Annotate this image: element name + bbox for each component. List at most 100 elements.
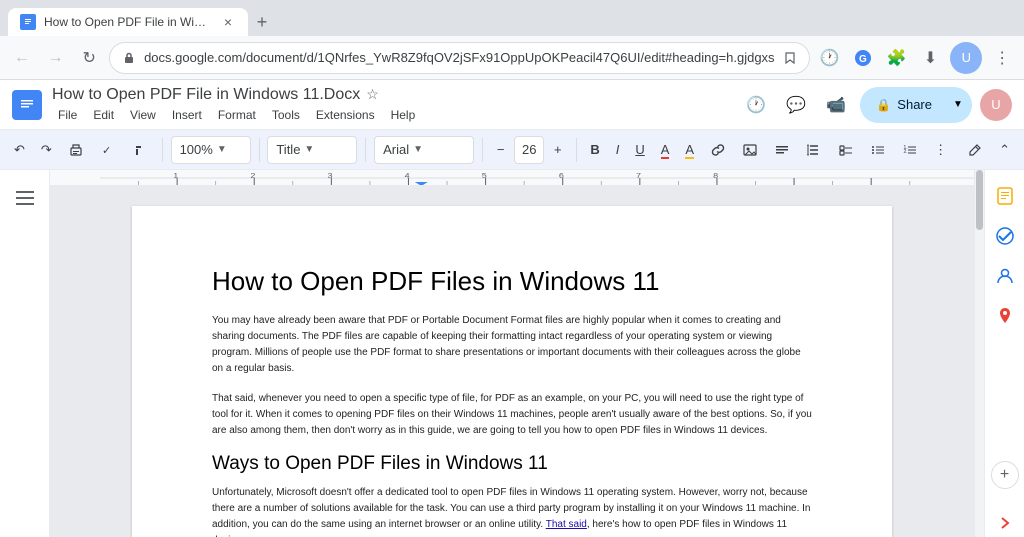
comments-icon[interactable]: 💬 (780, 89, 812, 121)
italic-button[interactable]: I (610, 136, 626, 164)
add-apps-button[interactable]: + (991, 461, 1019, 489)
insert-image-button[interactable] (736, 136, 764, 164)
svg-text:G: G (859, 54, 867, 65)
share-button[interactable]: 🔒 Share (860, 87, 944, 123)
separator5 (576, 138, 577, 162)
scrollbar-thumb[interactable] (976, 170, 983, 230)
font-dropdown[interactable]: Arial ▼ (374, 136, 474, 164)
print-button[interactable] (62, 136, 90, 164)
separator (162, 138, 163, 162)
doc-link[interactable]: That said (546, 519, 587, 530)
share-dropdown-arrow[interactable]: ▼ (944, 87, 972, 123)
extensions-icon[interactable]: 🧩 (883, 42, 911, 74)
browser-chrome: How to Open PDF File in Wind... × + (0, 0, 1024, 36)
line-spacing-button[interactable] (800, 136, 828, 164)
meet-icon[interactable]: 📹 (820, 89, 852, 121)
font-value: Arial (383, 142, 409, 157)
active-tab[interactable]: How to Open PDF File in Wind... × (8, 8, 248, 36)
style-dropdown[interactable]: Title ▼ (267, 136, 357, 164)
google-apps-icon[interactable]: G (849, 42, 877, 74)
forward-button[interactable]: → (42, 42, 70, 74)
history-icon[interactable]: 🕐 (816, 42, 844, 74)
doc-page: How to Open PDF Files in Windows 11 You … (132, 206, 892, 537)
doc-heading-2[interactable]: Ways to Open PDF Files in Windows 11 (212, 453, 812, 475)
version-history-icon[interactable]: 🕐 (740, 89, 772, 121)
menu-insert[interactable]: Insert (166, 106, 208, 124)
browser-tabs: How to Open PDF File in Wind... × + (8, 0, 276, 36)
increase-font-button[interactable]: + (548, 136, 568, 164)
vertical-scrollbar[interactable] (974, 170, 984, 537)
collapse-toolbar-button[interactable]: ⌃ (993, 136, 1016, 164)
sidebar-right: + (984, 170, 1024, 537)
document-filename[interactable]: How to Open PDF File in Windows 11.Docx (52, 86, 360, 104)
underline-button[interactable]: U (629, 136, 650, 164)
separator4 (482, 138, 483, 162)
refresh-button[interactable]: ↻ (75, 42, 103, 74)
doc-canvas-area: How to Open PDF Files in Windows 11 You … (50, 186, 974, 537)
menu-format[interactable]: Format (212, 106, 262, 124)
user-avatar-header[interactable]: U (980, 89, 1012, 121)
doc-title[interactable]: How to Open PDF Files in Windows 11 (212, 266, 812, 297)
star-button[interactable]: ☆ (366, 86, 379, 103)
style-dropdown-arrow: ▼ (304, 144, 314, 155)
gdocs-body: 1 2 3 4 5 6 7 8 How to Open PDF Files in… (0, 170, 1024, 537)
zoom-dropdown-arrow: ▼ (217, 144, 227, 155)
tasks-icon[interactable] (991, 222, 1019, 250)
menu-edit[interactable]: Edit (87, 106, 120, 124)
checklist-button[interactable] (832, 136, 860, 164)
address-bar[interactable]: docs.google.com/document/d/1QNrfes_YwR8Z… (109, 42, 810, 74)
gdocs-title-section: How to Open PDF File in Windows 11.Docx … (52, 86, 730, 124)
menu-help[interactable]: Help (385, 106, 422, 124)
doc-paragraph-1[interactable]: You may have already been aware that PDF… (212, 313, 812, 377)
svg-text:1: 1 (173, 172, 179, 180)
menu-file[interactable]: File (52, 106, 83, 124)
pen-tool-button[interactable] (961, 136, 989, 164)
undo-button[interactable]: ↶ (8, 136, 31, 164)
tab-label: How to Open PDF File in Wind... (44, 15, 212, 29)
highlight-button[interactable]: A (679, 136, 700, 164)
scroll-right-button[interactable] (999, 513, 1011, 533)
svg-text:8: 8 (713, 172, 719, 180)
lock-icon: 🔒 (876, 98, 891, 112)
gdocs-menu: File Edit View Insert Format Tools Exten… (52, 106, 730, 124)
notes-icon[interactable] (991, 182, 1019, 210)
svg-text:4: 4 (405, 172, 411, 180)
redo-button[interactable]: ↷ (35, 136, 58, 164)
back-button[interactable]: ← (8, 42, 36, 74)
bullet-list-button[interactable] (864, 136, 892, 164)
menu-extensions[interactable]: Extensions (310, 106, 381, 124)
contacts-icon[interactable] (991, 262, 1019, 290)
svg-text:6: 6 (559, 172, 565, 180)
paint-format-button[interactable] (126, 136, 154, 164)
tab-close-button[interactable]: × (220, 14, 236, 30)
separator2 (259, 138, 260, 162)
lock-icon (122, 51, 136, 65)
gdocs-header-actions: 🕐 💬 📹 🔒 Share ▼ U (740, 87, 1012, 123)
bold-button[interactable]: B (584, 136, 605, 164)
menu-view[interactable]: View (124, 106, 162, 124)
font-dropdown-arrow: ▼ (413, 144, 423, 155)
font-size-input[interactable]: 26 (514, 136, 544, 164)
text-color-button[interactable]: A (655, 136, 676, 164)
address-text: docs.google.com/document/d/1QNrfes_YwR8Z… (144, 50, 775, 65)
doc-paragraph-2[interactable]: That said, whenever you need to open a s… (212, 391, 812, 439)
menu-tools[interactable]: Tools (266, 106, 306, 124)
profile-icon[interactable]: U (950, 42, 982, 74)
insert-link-button[interactable] (704, 136, 732, 164)
numbered-list-button[interactable]: 1.2. (896, 136, 924, 164)
new-tab-button[interactable]: + (248, 8, 276, 36)
doc-paragraph-3[interactable]: Unfortunately, Microsoft doesn't offer a… (212, 485, 812, 537)
spell-check-button[interactable]: ✓ (94, 136, 122, 164)
separator3 (365, 138, 366, 162)
align-button[interactable] (768, 136, 796, 164)
zoom-value: 100% (180, 142, 213, 157)
sidebar-toggle-button[interactable] (9, 182, 41, 214)
menu-icon[interactable]: ⋮ (988, 42, 1016, 74)
download-icon[interactable]: ⬇ (917, 42, 945, 74)
zoom-dropdown[interactable]: 100% ▼ (171, 136, 251, 164)
maps-icon[interactable] (991, 302, 1019, 330)
gdocs-header: How to Open PDF File in Windows 11.Docx … (0, 80, 1024, 130)
decrease-font-button[interactable]: − (491, 136, 511, 164)
ruler: 1 2 3 4 5 6 7 8 (50, 170, 974, 186)
more-options-button[interactable]: ⋮ (928, 136, 953, 164)
